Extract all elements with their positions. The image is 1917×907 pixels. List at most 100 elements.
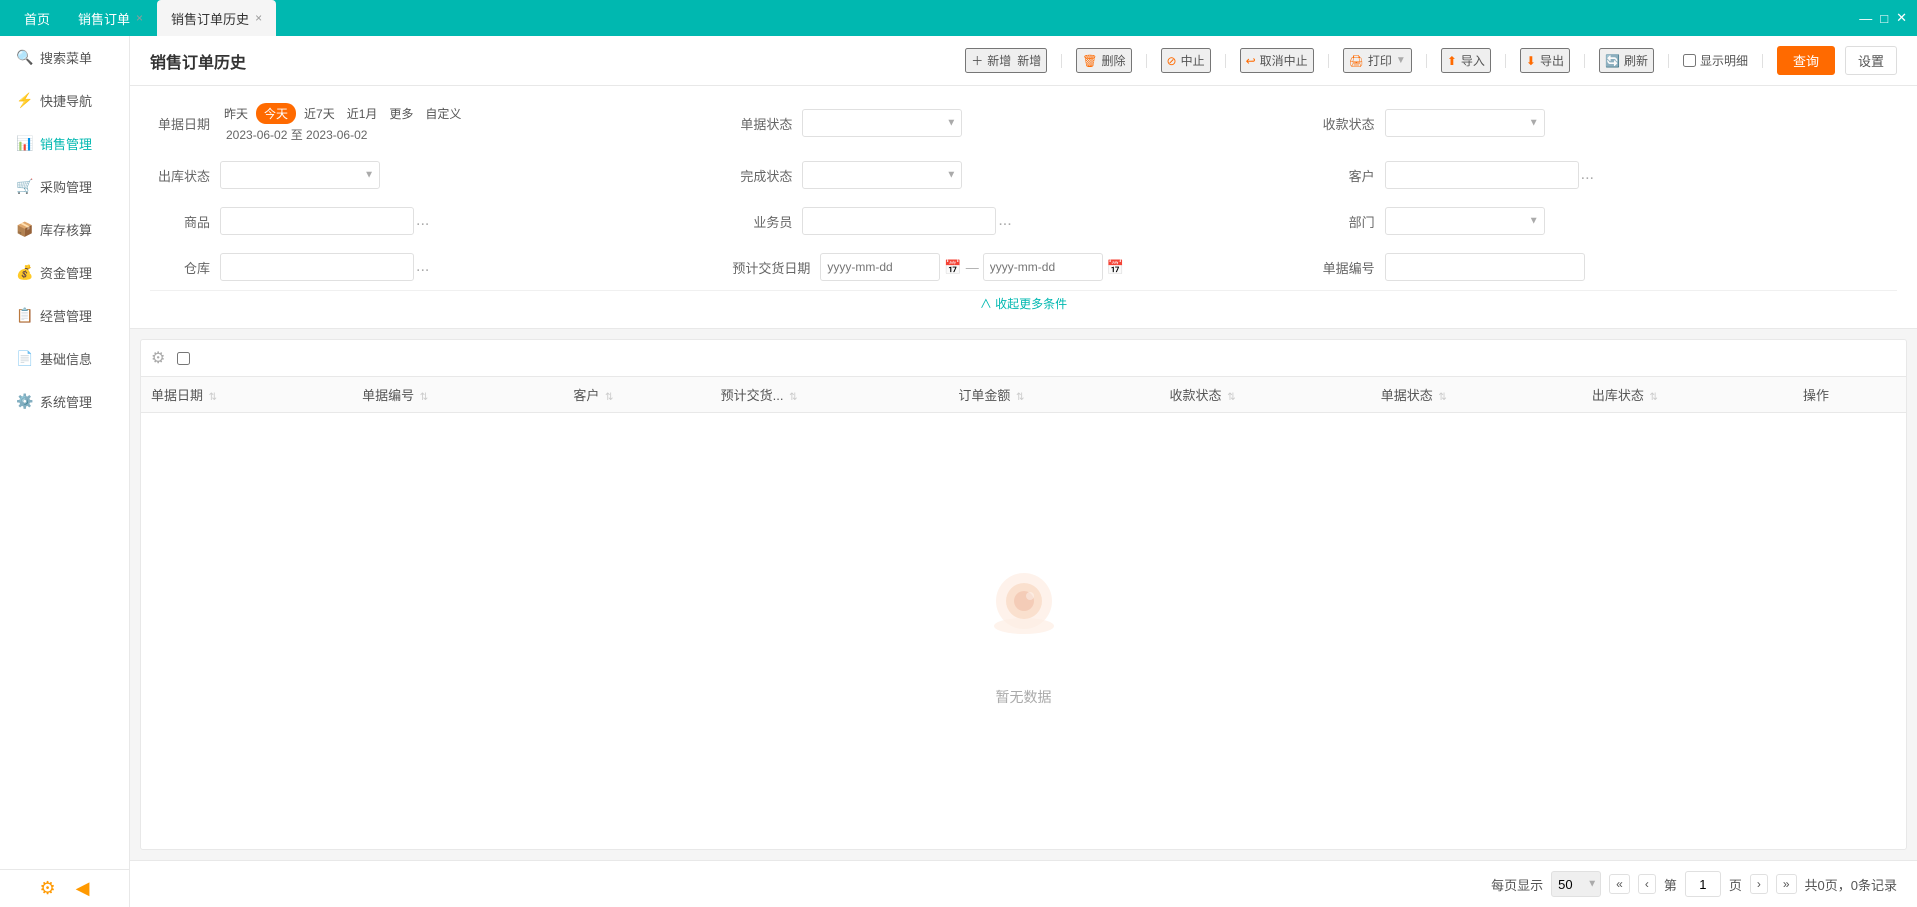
product-dots[interactable]: ... (416, 212, 429, 230)
stop-icon: ⊘ (1167, 54, 1177, 68)
date-btn-yesterday[interactable]: 昨天 (220, 103, 252, 124)
per-page-select[interactable]: 50 10 20 100 (1551, 871, 1601, 897)
delivery-date-from[interactable] (820, 253, 940, 281)
data-table: 单据日期 ⇅ 单据编号 ⇅ 客户 ⇅ 预计交货... (141, 377, 1906, 413)
sort-date-icon[interactable]: ⇅ (209, 392, 217, 403)
tab-sales-order-close[interactable]: × (136, 11, 143, 25)
sort-amount-icon[interactable]: ⇅ (1016, 392, 1024, 403)
collapse-bar[interactable]: ∧ 收起更多条件 (150, 290, 1897, 316)
delivery-label: 预计交货日期 (732, 258, 820, 277)
import-button[interactable]: ⬆ 导入 (1441, 48, 1491, 73)
empty-state: 暂无数据 (141, 413, 1906, 849)
cancel-stop-button[interactable]: ↩ 取消中止 (1240, 48, 1314, 73)
cancel-stop-icon: ↩ (1246, 54, 1256, 68)
date-btn-more[interactable]: 更多 (385, 103, 417, 124)
new-button[interactable]: ＋ 新增新增 (965, 48, 1047, 73)
sidebar-item-sales-mgmt[interactable]: 📊 销售管理 (0, 122, 129, 165)
sidebar-item-search-menu[interactable]: 🔍 搜索菜单 (0, 36, 129, 79)
sidebar-item-inventory[interactable]: 📦 库存核算 (0, 208, 129, 251)
department-select[interactable] (1385, 207, 1545, 235)
customer-input[interactable] (1385, 161, 1579, 189)
sidebar-item-quick-nav[interactable]: ⚡ 快捷导航 (0, 79, 129, 122)
sidebar-item-operations[interactable]: 📋 经营管理 (0, 294, 129, 337)
tab-home[interactable]: 首页 (10, 0, 64, 36)
sidebar-item-system-mgmt[interactable]: ⚙️ 系统管理 (0, 380, 129, 423)
divider-1 (1061, 54, 1062, 68)
table-toolbar: ⚙ (141, 340, 1906, 377)
th-outbound-status: 出库状态 ⇅ (1582, 377, 1793, 413)
show-detail-checkbox[interactable] (1683, 54, 1696, 67)
stop-button[interactable]: ⊘ 中止 (1161, 48, 1211, 73)
tab-sales-order-history[interactable]: 销售订单历史 × (157, 0, 276, 36)
sort-receipt-icon[interactable]: ⇅ (1227, 392, 1235, 403)
query-button[interactable]: 查询 (1777, 46, 1835, 75)
tab-sales-order[interactable]: 销售订单 × (64, 0, 157, 36)
sort-outbound-icon[interactable]: ⇅ (1650, 392, 1658, 403)
window-minimize[interactable]: — (1859, 11, 1872, 26)
sort-number-icon[interactable]: ⇅ (420, 392, 428, 403)
window-maximize[interactable]: □ (1880, 11, 1888, 26)
tab-sales-order-history-close[interactable]: × (255, 11, 262, 25)
next-page-button[interactable]: › (1750, 874, 1768, 894)
select-all-checkbox[interactable] (177, 352, 190, 365)
date-btn-7days[interactable]: 近7天 (300, 103, 339, 124)
sort-order-status-icon[interactable]: ⇅ (1438, 392, 1446, 403)
last-page-button[interactable]: » (1776, 874, 1797, 894)
delete-button[interactable]: 🗑 删除 (1076, 48, 1131, 73)
sidebar-item-base-info[interactable]: 📄 基础信息 (0, 337, 129, 380)
calendar-from-icon[interactable]: 📅 (944, 259, 961, 276)
order-no-input[interactable] (1385, 253, 1585, 281)
outbound-select[interactable] (220, 161, 380, 189)
export-button[interactable]: ⬇ 导出 (1520, 48, 1570, 73)
date-btn-1month[interactable]: 近1月 (343, 103, 382, 124)
prev-page-button[interactable]: ‹ (1638, 874, 1656, 894)
page-header: 销售订单历史 ＋ 新增新增 🗑 删除 ⊘ 中止 ↩ 取消中止 (130, 36, 1917, 86)
calendar-to-icon[interactable]: 📅 (1107, 259, 1124, 276)
status-filter-label: 单据状态 (732, 114, 802, 133)
salesperson-dots[interactable]: ... (998, 212, 1011, 230)
receipt-status-select[interactable] (1385, 109, 1545, 137)
status-select[interactable] (802, 109, 962, 137)
base-info-icon: 📄 (16, 350, 32, 367)
window-close[interactable]: ✕ (1896, 10, 1907, 26)
warehouse-input[interactable] (220, 253, 414, 281)
sort-delivery-icon[interactable]: ⇅ (789, 392, 797, 403)
customer-label: 客户 (1315, 166, 1385, 185)
sort-customer-icon[interactable]: ⇅ (605, 392, 613, 403)
first-page-button[interactable]: « (1609, 874, 1630, 894)
sidebar-item-finance[interactable]: 💰 资金管理 (0, 251, 129, 294)
settings-button[interactable]: 设置 (1845, 46, 1897, 75)
date-btn-today[interactable]: 今天 (256, 103, 296, 124)
refresh-button[interactable]: 🔄 刷新 (1599, 48, 1654, 73)
product-input[interactable] (220, 207, 414, 235)
table-settings-icon[interactable]: ⚙ (151, 348, 165, 368)
filter-department-cell: 部门 ▼ (1315, 202, 1897, 240)
import-icon: ⬆ (1447, 54, 1457, 68)
show-detail-checkbox-label[interactable]: 显示明细 (1683, 52, 1748, 69)
print-icon: 🖨 (1349, 54, 1364, 68)
window-controls: — □ ✕ (1859, 10, 1907, 26)
page-input[interactable] (1685, 871, 1721, 897)
sidebar-settings-icon[interactable]: ⚙ (40, 878, 56, 899)
sidebar-collapse-icon[interactable]: ◀ (76, 878, 90, 899)
per-page-label: 每页显示 (1491, 875, 1543, 894)
date-btn-custom[interactable]: 自定义 (421, 103, 465, 124)
divider-6 (1505, 54, 1506, 68)
sidebar-item-purchase-mgmt[interactable]: 🛒 采购管理 (0, 165, 129, 208)
print-button[interactable]: 🖨 打印 ▼ (1343, 48, 1412, 73)
warehouse-dots[interactable]: ... (416, 258, 429, 276)
import-label: 导入 (1461, 52, 1485, 69)
customer-dots[interactable]: ... (1581, 166, 1594, 184)
delete-icon: 🗑 (1082, 54, 1097, 68)
delete-label: 删除 (1102, 52, 1126, 69)
page-label: 第 (1664, 875, 1677, 894)
salesperson-input[interactable] (802, 207, 996, 235)
department-select-wrapper: ▼ (1385, 207, 1545, 235)
complete-select[interactable] (802, 161, 962, 189)
divider-4 (1328, 54, 1329, 68)
delivery-date-to[interactable] (983, 253, 1103, 281)
th-customer: 客户 ⇅ (563, 377, 710, 413)
sales-mgmt-icon: 📊 (16, 135, 32, 152)
top-bar: 首页 销售订单 × 销售订单历史 × — □ ✕ (0, 0, 1917, 36)
filter-product-cell: 商品 ... (150, 202, 732, 240)
